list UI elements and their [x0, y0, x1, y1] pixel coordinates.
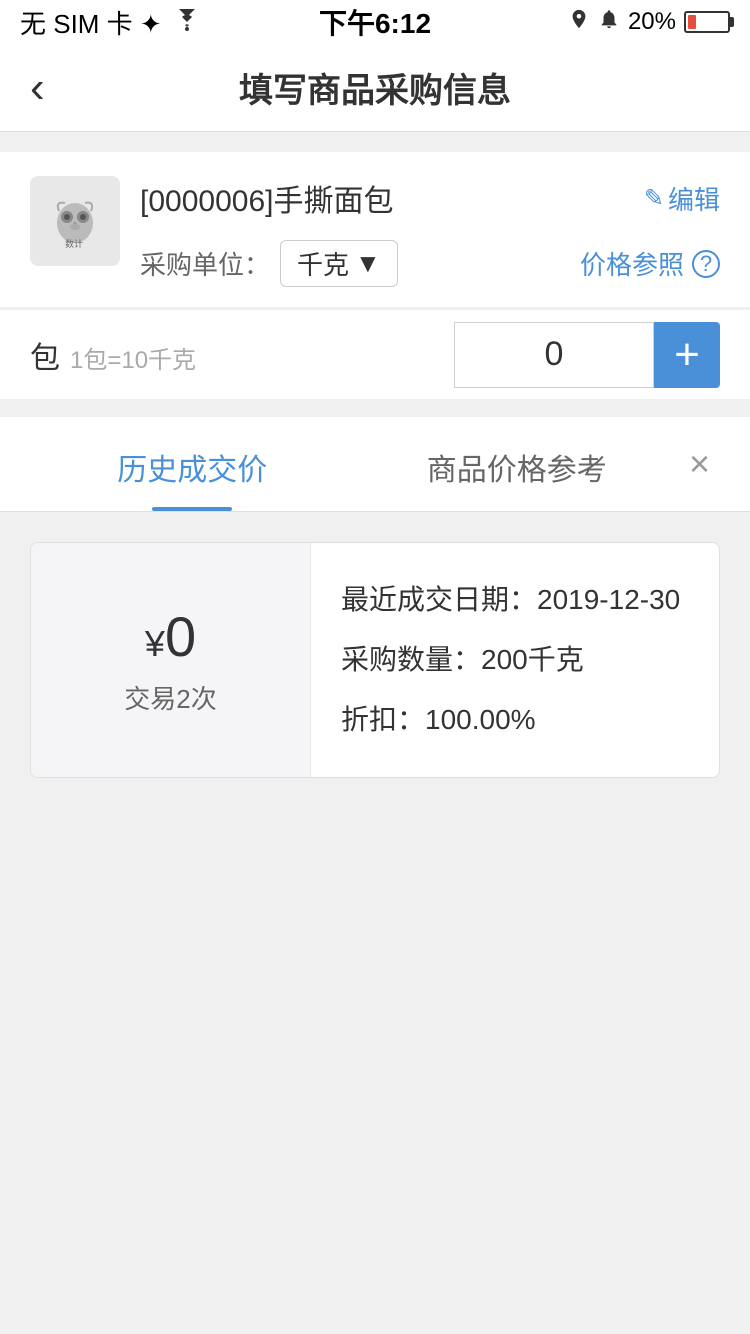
battery-icon: [684, 11, 730, 33]
product-header: 数计 [0000006]手撕面包 ✎ 编辑 采购单位： 千克 ▼: [30, 176, 720, 287]
product-info: [0000006]手撕面包 ✎ 编辑 采购单位： 千克 ▼ 价格参照 ?: [140, 176, 720, 287]
wifi-icon: [172, 7, 202, 38]
qty-hint: 1包=10千克: [70, 340, 196, 375]
tab-history-price[interactable]: 历史成交价: [30, 417, 354, 511]
tab-price-reference[interactable]: 商品价格参考: [354, 417, 678, 511]
yen-symbol: ¥: [145, 623, 165, 664]
qty-unit: 包: [30, 333, 60, 377]
discount-value: 100.00%: [425, 704, 536, 735]
help-icon: ?: [692, 250, 720, 278]
status-left: 无 SIM 卡 ✦: [20, 4, 202, 41]
unit-select[interactable]: 千克 ▼: [280, 240, 398, 287]
quantity-section: 包 1包=10千克 0 +: [0, 309, 750, 399]
unit-row: 采购单位： 千克 ▼ 价格参照 ?: [140, 240, 720, 287]
unit-label-text: 采购单位：: [140, 245, 270, 282]
qty-controls: 0 +: [454, 322, 720, 388]
price-value: 0: [165, 605, 196, 668]
history-qty-row: 采购数量：200千克: [341, 639, 689, 681]
history-card: ¥0 交易2次 最近成交日期：2019-12-30 采购数量：200千克 折扣：…: [30, 542, 720, 778]
history-right: 最近成交日期：2019-12-30 采购数量：200千克 折扣：100.00%: [311, 543, 719, 777]
qty-label: 采购数量：: [341, 644, 481, 675]
status-time: 下午6:12: [319, 2, 431, 42]
page-title: 填写商品采购信息: [239, 63, 511, 112]
back-button[interactable]: ‹: [30, 66, 45, 110]
alarm-icon: [598, 8, 620, 37]
product-name: [0000006]手撕面包: [140, 176, 393, 220]
history-date-row: 最近成交日期：2019-12-30: [341, 579, 689, 621]
tabs-container: 历史成交价 商品价格参考 ×: [0, 417, 750, 512]
battery-percent: 20%: [628, 8, 676, 36]
unit-label: 采购单位： 千克 ▼: [140, 240, 398, 287]
status-bar: 无 SIM 卡 ✦ 下午6:12 20%: [0, 0, 750, 44]
tab-close-button[interactable]: ×: [679, 423, 720, 505]
dropdown-icon: ▼: [355, 248, 381, 279]
product-thumbnail: 数计: [30, 176, 120, 266]
nav-bar: ‹ 填写商品采购信息: [0, 44, 750, 132]
history-trades: 交易2次: [124, 679, 216, 716]
history-left: ¥0 交易2次: [31, 543, 311, 777]
qty-plus-button[interactable]: +: [654, 322, 720, 388]
edit-button[interactable]: ✎ 编辑: [644, 180, 720, 217]
location-icon: [568, 8, 590, 37]
svg-text:数计: 数计: [65, 238, 83, 249]
history-price: ¥0: [145, 604, 196, 669]
history-section: ¥0 交易2次 最近成交日期：2019-12-30 采购数量：200千克 折扣：…: [0, 512, 750, 1112]
status-right: 20%: [568, 8, 730, 37]
edit-label: 编辑: [668, 180, 720, 217]
price-ref-button[interactable]: 价格参照 ?: [580, 245, 720, 282]
qty-value: 200千克: [481, 644, 584, 675]
price-ref-label: 价格参照: [580, 245, 684, 282]
discount-label: 折扣：: [341, 704, 425, 735]
history-discount-row: 折扣：100.00%: [341, 699, 689, 741]
quantity-label: 包 1包=10千克: [30, 333, 454, 377]
edit-icon: ✎: [644, 184, 664, 213]
date-value: 2019-12-30: [537, 584, 680, 615]
no-sim-text: 无 SIM 卡 ✦: [20, 4, 162, 41]
qty-input[interactable]: 0: [454, 322, 654, 388]
product-card: 数计 [0000006]手撕面包 ✎ 编辑 采购单位： 千克 ▼: [0, 152, 750, 307]
product-name-row: [0000006]手撕面包 ✎ 编辑: [140, 176, 720, 220]
unit-value: 千克: [297, 245, 349, 282]
date-label: 最近成交日期：: [341, 584, 537, 615]
